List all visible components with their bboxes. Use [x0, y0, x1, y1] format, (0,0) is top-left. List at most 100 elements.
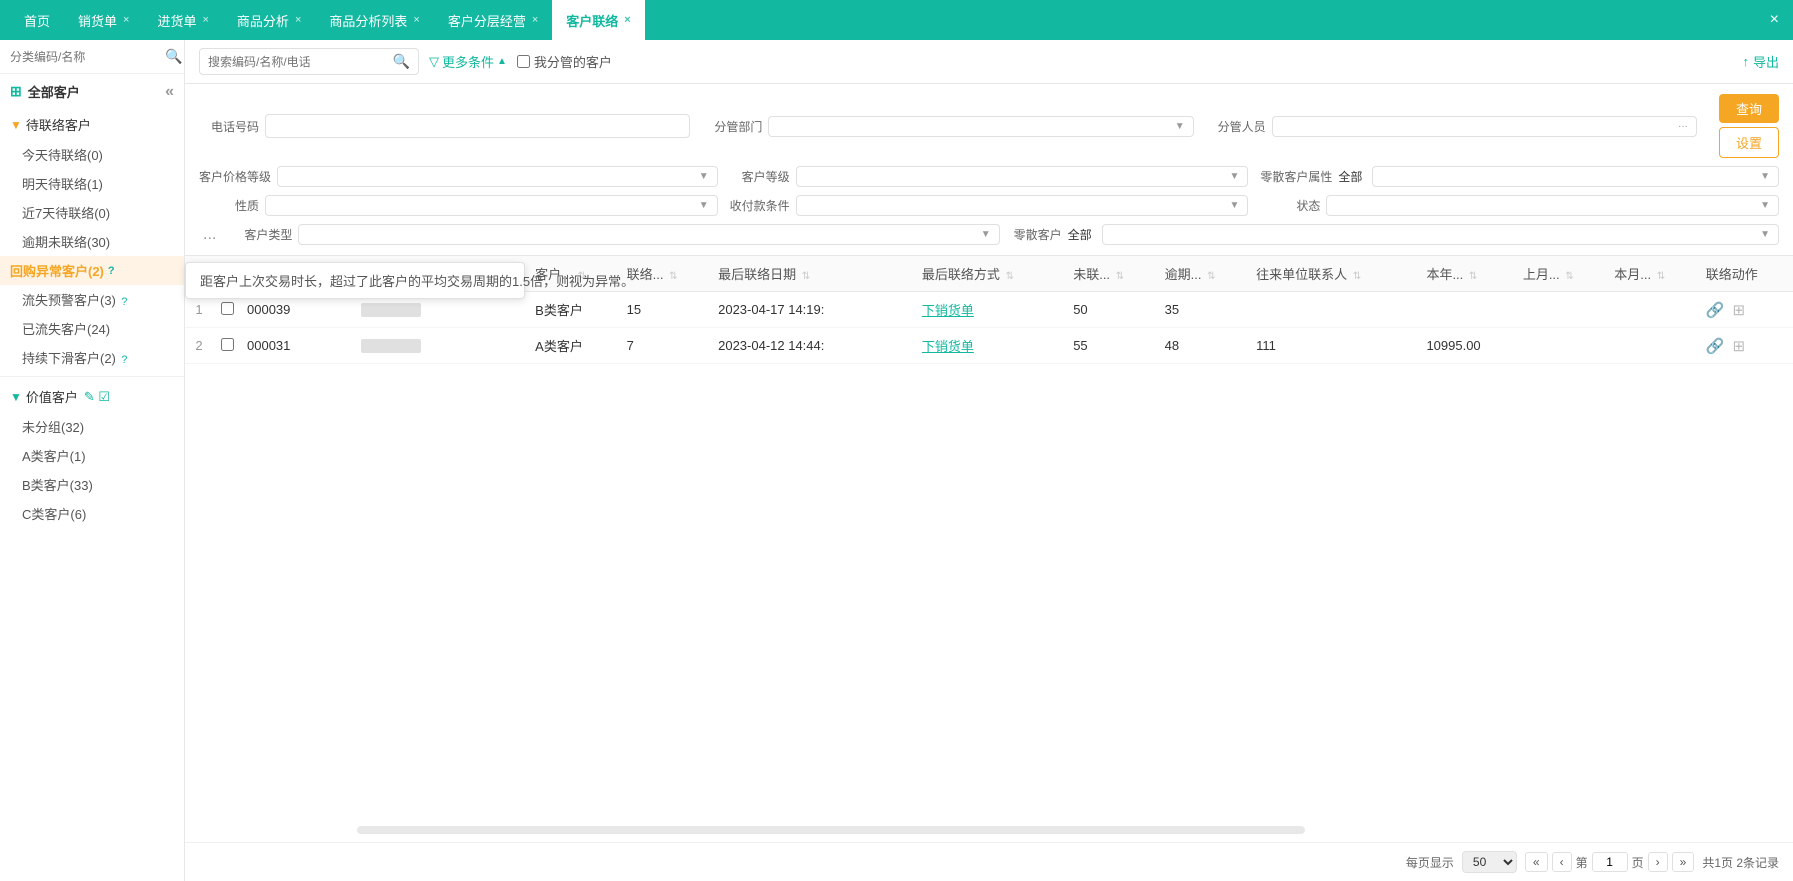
tooltip-box: 距客户上次交易时长，超过了此客户的平均交易周期的1.5倍，则视为异常。 — [185, 262, 525, 299]
my-customers-checkbox[interactable] — [517, 55, 530, 68]
value-group-edit-icons[interactable]: ✎ ☑ — [84, 389, 110, 405]
page-size-select[interactable]: 50 20 100 — [1462, 851, 1517, 873]
value-group-header[interactable]: ▼ 价值客户 ✎ ☑ — [0, 381, 184, 412]
retail-attr-select[interactable]: ▼ — [1372, 166, 1779, 187]
sidebar-item-ungroup[interactable]: 未分组(32) — [0, 412, 184, 441]
nav-tab-analysis[interactable]: 商品分析 × — [223, 0, 315, 40]
sidebar-item-b-class[interactable]: B类客户(33) — [0, 470, 184, 499]
filter-gender: 性质 ▼ — [199, 195, 718, 216]
export-icon: ↑ — [1742, 54, 1749, 69]
nav-tab-home[interactable]: 首页 — [10, 0, 64, 40]
row1-last-method-link[interactable]: 下销货单 — [922, 303, 974, 318]
search-input[interactable] — [208, 55, 393, 69]
window-close-button[interactable]: × — [1770, 11, 1779, 29]
customer-type-label: 客户类型 — [232, 226, 292, 243]
row1-link-icon[interactable]: 🔗 — [1706, 301, 1725, 319]
nav-tab-sales[interactable]: 销货单 × — [64, 0, 143, 40]
close-purchase-icon[interactable]: × — [202, 14, 208, 26]
filter-more-dots[interactable]: ... — [199, 226, 220, 244]
export-button[interactable]: ↑ 导出 — [1742, 52, 1779, 71]
customer-type-select[interactable]: ▼ — [298, 224, 999, 245]
sidebar-item-a-class[interactable]: A类客户(1) — [0, 441, 184, 470]
close-analysis-icon[interactable]: × — [295, 14, 301, 26]
status-label: 状态 — [1260, 197, 1320, 214]
sidebar-search-input[interactable] — [10, 50, 165, 64]
table-area: ⚙ 客户编码 ⇅ 客户名称 ⇅ — [185, 256, 1793, 881]
row1-checkbox[interactable] — [221, 302, 234, 315]
col-contact-count: 联络... ⇅ — [621, 256, 712, 292]
retail-customer-value: 全部 — [1068, 226, 1092, 243]
nav-tab-purchase[interactable]: 进货单 × — [143, 0, 222, 40]
row2-last-method-link[interactable]: 下销货单 — [922, 339, 974, 354]
close-customer-segment-icon[interactable]: × — [532, 14, 538, 26]
prev-page-button[interactable]: ‹ — [1552, 852, 1572, 872]
retail-customer-select[interactable]: ▼ — [1102, 224, 1779, 245]
sidebar-item-decline[interactable]: 持续下滑客户(2) ? — [0, 343, 184, 372]
tooltip-text: 距客户上次交易时长，超过了此客户的平均交易周期的1.5倍，则视为异常。 — [200, 274, 634, 289]
retail-customer-label: 零散客户 — [1012, 226, 1062, 243]
search-box: 🔍 — [199, 48, 419, 75]
row1-action-icons: 🔗 ⊞ — [1706, 301, 1787, 319]
filter-icon: ▽ — [429, 54, 439, 70]
price-level-select[interactable]: ▼ — [277, 166, 718, 187]
filter-panel: 电话号码 分管部门 ▼ 分管人员 ··· — [185, 84, 1793, 256]
sidebar-item-lost-preview[interactable]: 流失预警客户(3) ? — [0, 285, 184, 314]
col-overdue: 逾期... ⇅ — [1159, 256, 1250, 292]
last-page-button[interactable]: » — [1672, 852, 1695, 872]
nav-tab-customer-segment[interactable]: 客户分层经营 × — [434, 0, 552, 40]
row2-last-method: 下销货单 — [916, 328, 1067, 364]
phone-input[interactable] — [265, 114, 690, 138]
filter-row-4: ... 客户类型 ▼ 零散客户 全部 ▼ — [199, 224, 1779, 245]
row2-type: A类客户 — [529, 328, 620, 364]
phone-label: 电话号码 — [199, 118, 259, 135]
close-customer-contact-icon[interactable]: × — [624, 14, 630, 26]
sidebar-item-c-class[interactable]: C类客户(6) — [0, 499, 184, 528]
filter-phone: 电话号码 — [199, 114, 690, 138]
row2-checkbox-cell — [213, 328, 241, 364]
manager-select[interactable]: ··· — [1272, 116, 1697, 137]
horizontal-scrollbar[interactable] — [357, 826, 1305, 834]
row1-grid-icon[interactable]: ⊞ — [1732, 301, 1745, 319]
pagination-nav: « ‹ 第 页 › » — [1525, 852, 1694, 872]
sidebar-item-overdue[interactable]: 逾期未联络(30) — [0, 227, 184, 256]
scrollbar-area — [185, 818, 1793, 842]
row2-code: 000031 — [241, 328, 355, 364]
gender-select[interactable]: ▼ — [265, 195, 718, 216]
row2-grid-icon[interactable]: ⊞ — [1732, 337, 1745, 355]
row1-type: B类客户 — [529, 292, 620, 328]
row1-contact-person — [1250, 292, 1420, 328]
close-sales-icon[interactable]: × — [123, 14, 129, 26]
search-icon[interactable]: 🔍 — [393, 53, 410, 70]
dept-label: 分管部门 — [702, 118, 762, 135]
dept-select[interactable]: ▼ — [768, 116, 1193, 137]
col-contact-count-sort-icon: ⇅ — [669, 271, 677, 282]
first-page-button[interactable]: « — [1525, 852, 1548, 872]
filter-price-level: 客户价格等级 ▼ — [199, 166, 718, 187]
sidebar-collapse-button[interactable]: « — [165, 83, 174, 101]
next-page-button[interactable]: › — [1648, 852, 1668, 872]
row2-checkbox[interactable] — [221, 338, 234, 351]
query-button[interactable]: 查询 — [1719, 94, 1779, 123]
payment-select[interactable]: ▼ — [796, 195, 1249, 216]
sidebar-item-lost[interactable]: 已流失客户(24) — [0, 314, 184, 343]
customer-level-select[interactable]: ▼ — [796, 166, 1249, 187]
pending-group-header[interactable]: ▼ 待联络客户 — [0, 109, 184, 140]
close-analysis-list-icon[interactable]: × — [413, 14, 419, 26]
top-nav: 首页 销货单 × 进货单 × 商品分析 × 商品分析列表 × 客户分层经营 × … — [0, 0, 1793, 40]
page-number-input[interactable] — [1592, 852, 1628, 872]
sidebar-item-repeat-buy[interactable]: 回购异常客户(2) ? — [0, 256, 184, 285]
col-un-contact: 未联... ⇅ — [1067, 256, 1158, 292]
nav-tab-analysis-list[interactable]: 商品分析列表 × — [315, 0, 433, 40]
repeat-buy-help-icon[interactable]: ? — [108, 265, 115, 277]
manager-label: 分管人员 — [1206, 118, 1266, 135]
status-select[interactable]: ▼ — [1326, 195, 1779, 216]
more-conditions-button[interactable]: ▽ 更多条件 ▲ — [429, 52, 507, 71]
sidebar-item-today[interactable]: 今天待联络(0) — [0, 140, 184, 169]
row2-link-icon[interactable]: 🔗 — [1706, 337, 1725, 355]
sidebar-item-7days[interactable]: 近7天待联络(0) — [0, 198, 184, 227]
col-last-method: 最后联络方式 ⇅ — [916, 256, 1067, 292]
scroll-area[interactable]: ⚙ 客户编码 ⇅ 客户名称 ⇅ — [185, 256, 1793, 818]
sidebar-item-tomorrow[interactable]: 明天待联络(1) — [0, 169, 184, 198]
nav-tab-customer-contact[interactable]: 客户联络 × — [552, 0, 644, 40]
settings-button[interactable]: 设置 — [1719, 127, 1779, 158]
